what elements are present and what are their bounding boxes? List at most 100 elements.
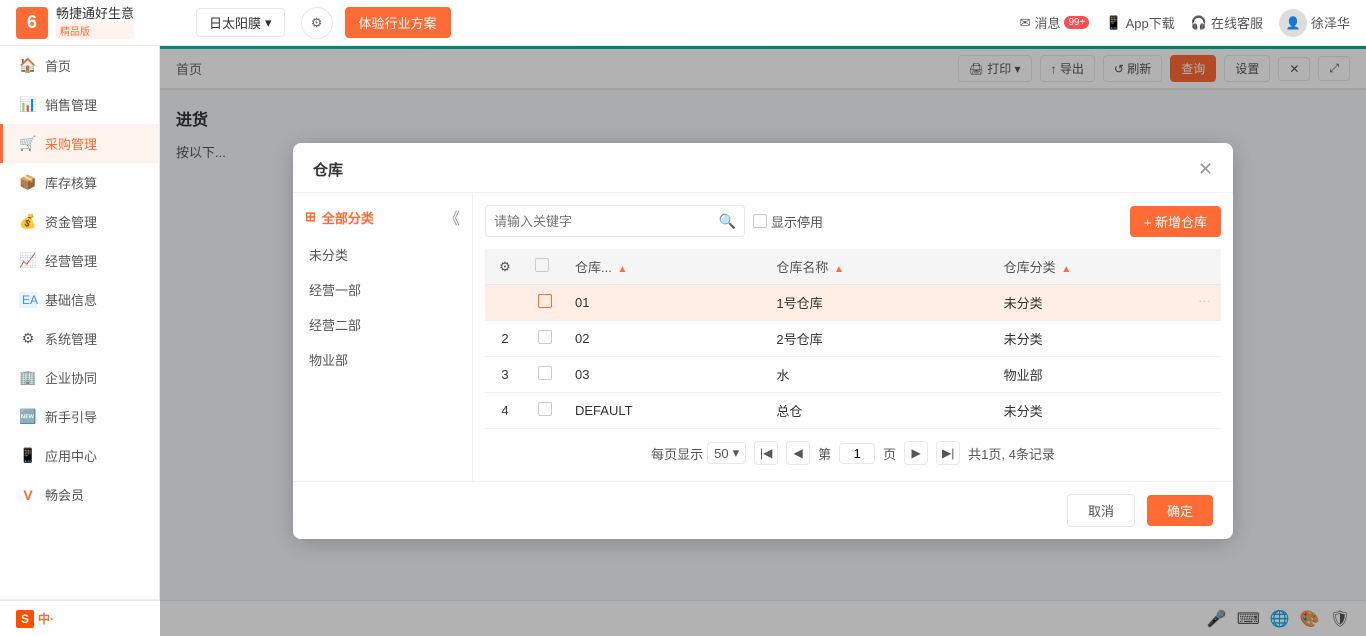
row-num: 4 [485, 393, 525, 429]
row-checkbox-cell[interactable] [525, 285, 565, 321]
row-num: 3 [485, 357, 525, 393]
table-toolbar: 🔍 显示停用 + 新增仓库 [485, 205, 1221, 237]
header-middle: ⚙ 体验行业方案 [301, 7, 451, 39]
sidebar-item-home[interactable]: 🏠 首页 [0, 46, 159, 85]
sidebar-item-member[interactable]: V 畅会员 [0, 475, 159, 514]
category-item-ops2[interactable]: 经营二部 [293, 307, 472, 342]
row-name: 2号仓库 [766, 321, 993, 357]
main-layout: 🏠 首页 📊 销售管理 🛒 采购管理 📦 库存核算 💰 资金管理 📈 经营管理 … [0, 46, 1366, 636]
top-header: 6 畅捷通好生意 精品版 日太阳膜 ▾ ⚙ 体验行业方案 ✉ 消息 99+ 📱 … [0, 0, 1366, 46]
cancel-button[interactable]: 取消 [1067, 494, 1135, 527]
select-all-checkbox[interactable] [535, 258, 549, 272]
table-row[interactable]: 01 1号仓库 未分类 ··· [485, 285, 1221, 321]
table-panel: 🔍 显示停用 + 新增仓库 ⚙ [473, 193, 1233, 481]
user-menu[interactable]: 👤 徐泽华 [1279, 9, 1350, 37]
sidebar-label-purchase: 采购管理 [45, 134, 97, 153]
th-category-label: 仓库分类 [1004, 260, 1056, 275]
sidebar-label-guide: 新手引导 [45, 407, 97, 426]
member-icon: V [19, 487, 37, 503]
dialog-title: 仓库 [313, 159, 343, 180]
store-name: 日太阳膜 [209, 13, 261, 32]
collapse-category-button[interactable]: 《 [444, 205, 460, 229]
category-item-property[interactable]: 物业部 [293, 342, 472, 377]
headphone-icon: 🎧 [1191, 15, 1207, 31]
settings-button[interactable]: ⚙ [301, 7, 333, 39]
sidebar-label-apps: 应用中心 [45, 446, 97, 465]
show-disabled-checkbox[interactable] [753, 214, 767, 228]
search-icon: 🔍 [719, 213, 736, 230]
row-actions[interactable]: ··· [1198, 293, 1211, 308]
sidebar-item-finance[interactable]: 💰 资金管理 [0, 202, 159, 241]
category-panel: ⊞ 全部分类 《 未分类 经营一部 经营二部 物业部 [293, 193, 473, 481]
row-name: 1号仓库 [766, 285, 993, 321]
category-item-ops1[interactable]: 经营一部 [293, 272, 472, 307]
logo-title: 畅捷通好生意 [56, 6, 134, 22]
row-checkbox-cell[interactable] [525, 321, 565, 357]
sidebar-label-sales: 销售管理 [45, 95, 97, 114]
sort-name-icon: ▲ [834, 264, 844, 275]
sidebar-item-system[interactable]: ⚙ 系统管理 [0, 319, 159, 358]
inventory-icon: 📦 [19, 174, 37, 191]
page-unit-label: 页 [883, 444, 896, 463]
app-download-label: App下载 [1126, 13, 1175, 32]
row-checkbox-cell[interactable] [525, 393, 565, 429]
grid-icon: ⊞ [305, 209, 316, 225]
sidebar-item-enterprise[interactable]: 🏢 企业协同 [0, 358, 159, 397]
finance-icon: 💰 [19, 213, 37, 230]
row-code: 03 [565, 357, 766, 393]
store-selector[interactable]: 日太阳膜 ▾ [196, 8, 285, 37]
row-category: 物业部 [994, 357, 1221, 393]
dialog-header: 仓库 ✕ [293, 143, 1233, 193]
table-row[interactable]: 3 03 水 物业部 [485, 357, 1221, 393]
table-header-row: ⚙ 仓库... ▲ 仓库名称 ▲ [485, 249, 1221, 285]
table-scroll-area[interactable]: ⚙ 仓库... ▲ 仓库名称 ▲ [485, 249, 1221, 429]
sidebar-item-purchase[interactable]: 🛒 采购管理 [0, 124, 159, 163]
th-name: 仓库名称 ▲ [766, 249, 993, 285]
sidebar-item-guide[interactable]: 🆕 新手引导 [0, 397, 159, 436]
all-categories-button[interactable]: ⊞ 全部分类 [305, 208, 374, 227]
show-disabled-area: 显示停用 [753, 212, 823, 231]
logo-sub: 精品版 [56, 22, 134, 39]
app-download-button[interactable]: 📱 App下载 [1105, 13, 1174, 32]
category-item-unclassified[interactable]: 未分类 [293, 237, 472, 272]
sidebar-label-system: 系统管理 [45, 329, 97, 348]
sidebar-item-basic[interactable]: EA 基础信息 [0, 280, 159, 319]
first-page-button[interactable]: |◀ [754, 441, 778, 465]
sales-icon: 📊 [19, 96, 37, 113]
dialog-close-button[interactable]: ✕ [1198, 159, 1213, 180]
header-right: ✉ 消息 99+ 📱 App下载 🎧 在线客服 👤 徐泽华 [1020, 9, 1350, 37]
th-checkbox [525, 249, 565, 285]
sidebar-label-inventory: 库存核算 [45, 173, 97, 192]
row-code: 02 [565, 321, 766, 357]
add-warehouse-button[interactable]: + 新增仓库 [1130, 206, 1221, 237]
warehouse-table: ⚙ 仓库... ▲ 仓库名称 ▲ [485, 249, 1221, 429]
basic-icon: EA [19, 292, 37, 308]
home-icon: 🏠 [19, 57, 37, 74]
logo-area: 6 畅捷通好生意 精品版 [16, 6, 176, 39]
sidebar-item-apps[interactable]: 📱 应用中心 [0, 436, 159, 475]
page-prefix-label: 第 [818, 444, 831, 463]
sidebar-label-operation: 经营管理 [45, 251, 97, 270]
page-size-dropdown[interactable]: 50 ▾ [707, 442, 746, 464]
sidebar-label-member: 畅会员 [45, 485, 84, 504]
online-service-label: 在线客服 [1211, 13, 1263, 32]
prev-page-button[interactable]: ◀ [786, 441, 810, 465]
last-page-button[interactable]: ▶| [936, 441, 960, 465]
table-row[interactable]: 4 DEFAULT 总仓 未分类 [485, 393, 1221, 429]
search-input[interactable] [494, 214, 719, 229]
trial-button[interactable]: 体验行业方案 [345, 7, 451, 38]
th-code: 仓库... ▲ [565, 249, 766, 285]
sidebar-item-operation[interactable]: 📈 经营管理 [0, 241, 159, 280]
online-service-button[interactable]: 🎧 在线客服 [1191, 13, 1263, 32]
next-page-button[interactable]: ▶ [904, 441, 928, 465]
sidebar-item-inventory[interactable]: 📦 库存核算 [0, 163, 159, 202]
confirm-button[interactable]: 确定 [1147, 495, 1213, 526]
table-row[interactable]: 2 02 2号仓库 未分类 [485, 321, 1221, 357]
page-number-input[interactable] [839, 443, 875, 464]
message-button[interactable]: ✉ 消息 99+ [1020, 13, 1090, 32]
all-categories-label: 全部分类 [322, 208, 374, 227]
page-size-select: 每页显示 50 ▾ [651, 442, 746, 464]
row-code: DEFAULT [565, 393, 766, 429]
row-checkbox-cell[interactable] [525, 357, 565, 393]
sidebar-item-sales[interactable]: 📊 销售管理 [0, 85, 159, 124]
